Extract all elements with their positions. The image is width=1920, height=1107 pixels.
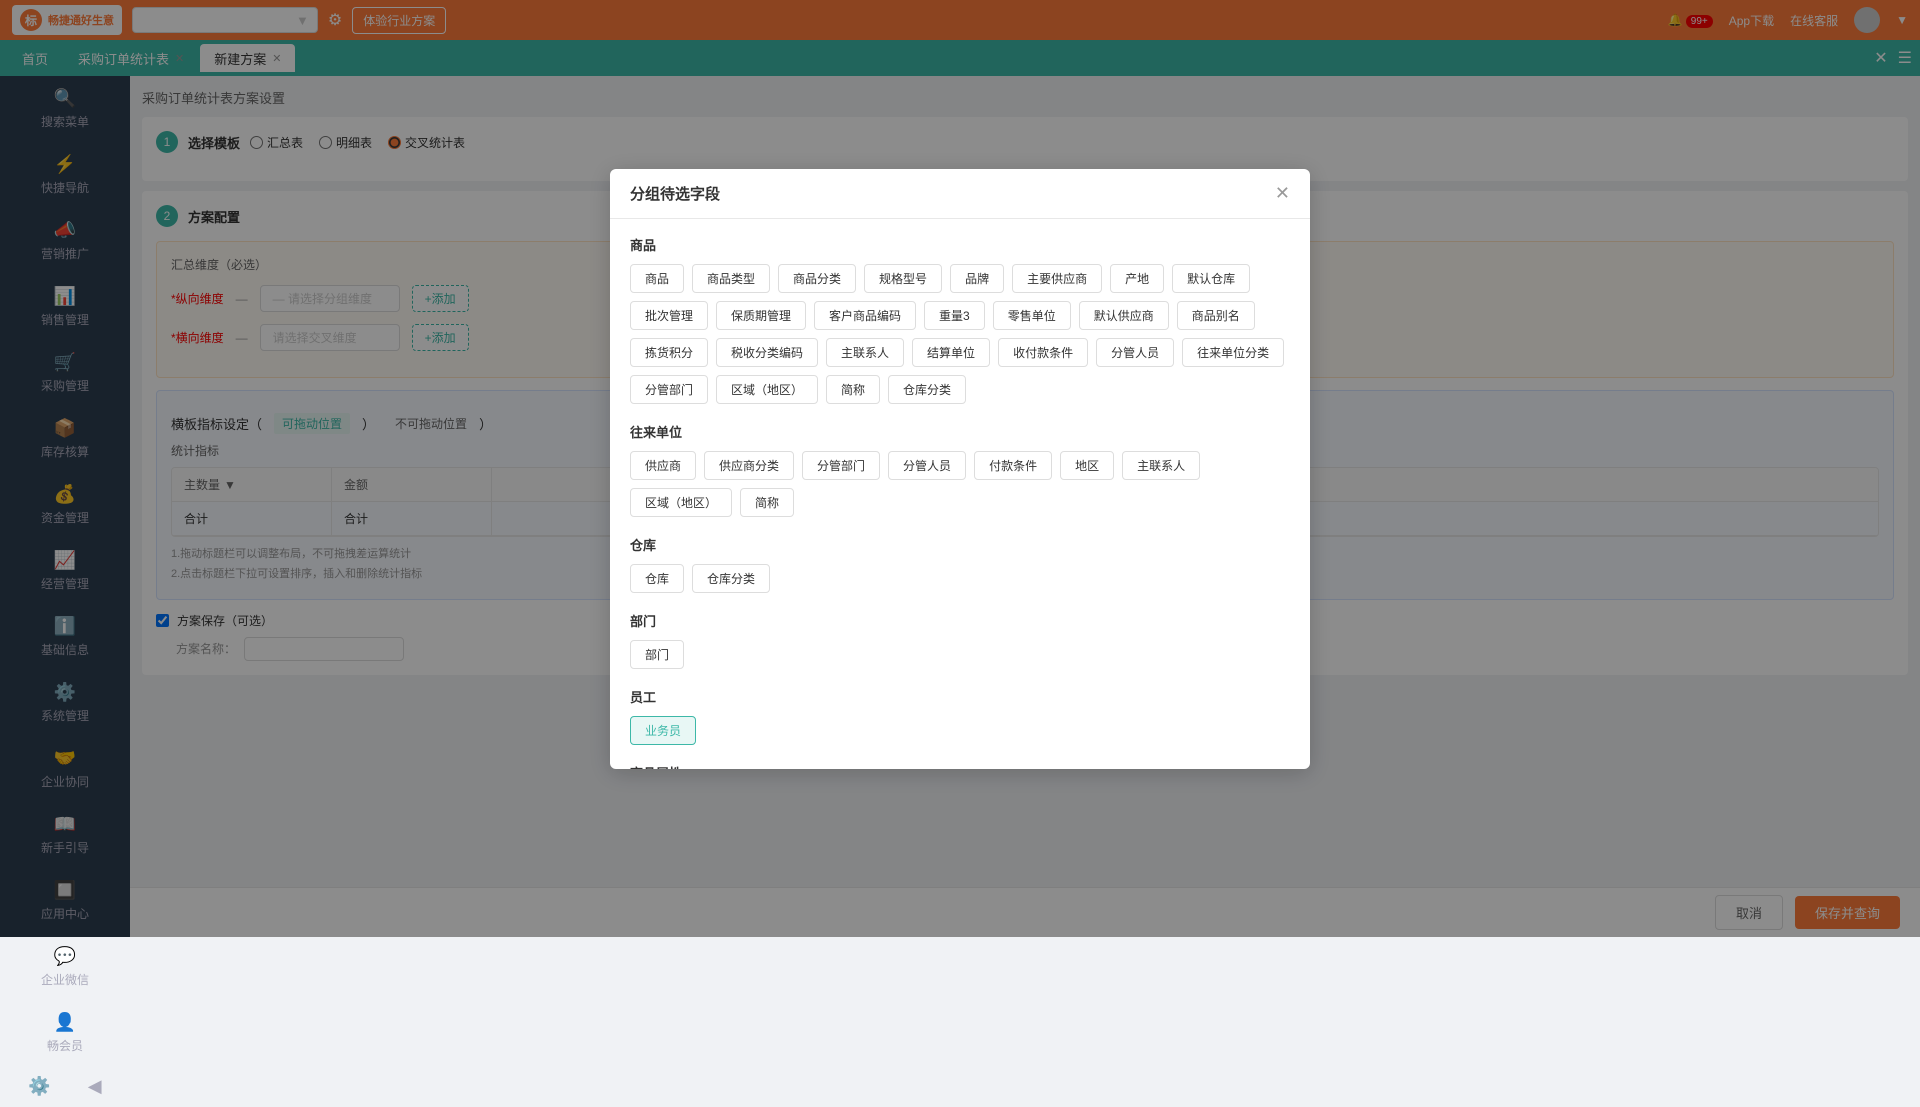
field-chip-weight[interactable]: 重量3	[924, 301, 985, 330]
field-chip-abbr[interactable]: 简称	[740, 488, 794, 517]
field-group-dept-title: 部门	[630, 611, 1290, 630]
field-chip-batch[interactable]: 批次管理	[630, 301, 708, 330]
field-chip-pick-points[interactable]: 拣货积分	[630, 338, 708, 367]
field-chip-brand[interactable]: 品牌	[950, 264, 1004, 293]
field-chip-alias[interactable]: 商品别名	[1177, 301, 1255, 330]
field-chip-region2[interactable]: 区域（地区）	[630, 488, 732, 517]
field-chips-employee: 业务员	[630, 716, 1290, 745]
field-chip-department[interactable]: 部门	[630, 640, 684, 669]
field-group-dept: 部门 部门	[630, 611, 1290, 669]
modal-overlay[interactable]: 分组待选字段 ✕ 商品 商品 商品类型 商品分类 规格型号 品牌 主要供应商 产…	[0, 0, 1920, 937]
field-group-product-title: 商品	[630, 235, 1290, 254]
modal-title: 分组待选字段	[630, 183, 720, 204]
field-chip-payment-terms[interactable]: 收付款条件	[998, 338, 1088, 367]
field-chip-customer-code[interactable]: 客户商品编码	[814, 301, 916, 330]
field-chip-default-supplier[interactable]: 默认供应商	[1079, 301, 1169, 330]
sidebar-bottom: ⚙️ ◀	[0, 1066, 130, 1107]
field-chip-region[interactable]: 区域（地区）	[716, 375, 818, 404]
field-chip-short-name[interactable]: 简称	[826, 375, 880, 404]
modal: 分组待选字段 ✕ 商品 商品 商品类型 商品分类 规格型号 品牌 主要供应商 产…	[610, 169, 1310, 769]
field-chip-origin[interactable]: 产地	[1110, 264, 1164, 293]
field-chip-supplier[interactable]: 供应商	[630, 451, 696, 480]
sidebar-item-wechat[interactable]: 💬 企业微信	[0, 934, 130, 1000]
field-chips-warehouse: 仓库 仓库分类	[630, 564, 1290, 593]
field-group-warehouse-title: 仓库	[630, 535, 1290, 554]
field-group-employee-title: 员工	[630, 687, 1290, 706]
sidebar-item-member[interactable]: 👤 畅会员	[0, 1000, 130, 1066]
field-chip-settlement-unit[interactable]: 结算单位	[912, 338, 990, 367]
sidebar-item-wechat-label: 企业微信	[41, 971, 89, 988]
field-chips-product: 商品 商品类型 商品分类 规格型号 品牌 主要供应商 产地 默认仓库 批次管理 …	[630, 264, 1290, 404]
field-chip-default-warehouse[interactable]: 默认仓库	[1172, 264, 1250, 293]
field-chips-counterpart: 供应商 供应商分类 分管部门 分管人员 付款条件 地区 主联系人 区域（地区） …	[630, 451, 1290, 517]
field-chip-salesperson[interactable]: 业务员	[630, 716, 696, 745]
field-group-counterpart-title: 往来单位	[630, 422, 1290, 441]
sidebar-settings-icon[interactable]: ⚙️	[28, 1076, 50, 1097]
wechat-icon: 💬	[54, 946, 76, 967]
field-group-employee: 员工 业务员	[630, 687, 1290, 745]
field-chips-dept: 部门	[630, 640, 1290, 669]
field-chip-main-contact[interactable]: 主联系人	[826, 338, 904, 367]
field-chip-contact[interactable]: 主联系人	[1122, 451, 1200, 480]
field-chip-shelf-life[interactable]: 保质期管理	[716, 301, 806, 330]
member-icon: 👤	[54, 1012, 76, 1033]
modal-body: 商品 商品 商品类型 商品分类 规格型号 品牌 主要供应商 产地 默认仓库 批次…	[610, 219, 1310, 769]
field-group-counterpart: 往来单位 供应商 供应商分类 分管部门 分管人员 付款条件 地区 主联系人 区域…	[630, 422, 1290, 517]
field-group-product: 商品 商品 商品类型 商品分类 规格型号 品牌 主要供应商 产地 默认仓库 批次…	[630, 235, 1290, 404]
modal-close-btn[interactable]: ✕	[1275, 183, 1290, 204]
field-chip-product[interactable]: 商品	[630, 264, 684, 293]
field-chip-tax-code[interactable]: 税收分类编码	[716, 338, 818, 367]
field-chip-main-supplier[interactable]: 主要供应商	[1012, 264, 1102, 293]
field-chip-spec[interactable]: 规格型号	[864, 264, 942, 293]
field-chip-supplier-cat[interactable]: 供应商分类	[704, 451, 794, 480]
field-chip-pay-terms[interactable]: 付款条件	[974, 451, 1052, 480]
field-chip-counterpart-cat[interactable]: 往来单位分类	[1182, 338, 1284, 367]
field-chip-wh-cat[interactable]: 仓库分类	[692, 564, 770, 593]
field-chip-warehouse-cat[interactable]: 仓库分类	[888, 375, 966, 404]
field-group-warehouse: 仓库 仓库 仓库分类	[630, 535, 1290, 593]
field-chip-mgmt-dept[interactable]: 分管部门	[802, 451, 880, 480]
field-chip-product-cat[interactable]: 商品分类	[778, 264, 856, 293]
sidebar-item-member-label: 畅会员	[47, 1037, 83, 1054]
field-chip-warehouse[interactable]: 仓库	[630, 564, 684, 593]
field-chip-supervisor[interactable]: 分管人员	[1096, 338, 1174, 367]
field-chip-dept[interactable]: 分管部门	[630, 375, 708, 404]
field-chip-area[interactable]: 地区	[1060, 451, 1114, 480]
field-group-product-attr-title: 商品属性	[630, 763, 1290, 769]
sidebar-collapse-icon[interactable]: ◀	[88, 1076, 102, 1097]
field-chip-product-type[interactable]: 商品类型	[692, 264, 770, 293]
field-chip-mgmt-person[interactable]: 分管人员	[888, 451, 966, 480]
field-chip-retail-unit[interactable]: 零售单位	[993, 301, 1071, 330]
modal-header: 分组待选字段 ✕	[610, 169, 1310, 219]
field-group-product-attr: 商品属性 属性 颜色 多规格 尺码 鞋码 1	[630, 763, 1290, 769]
